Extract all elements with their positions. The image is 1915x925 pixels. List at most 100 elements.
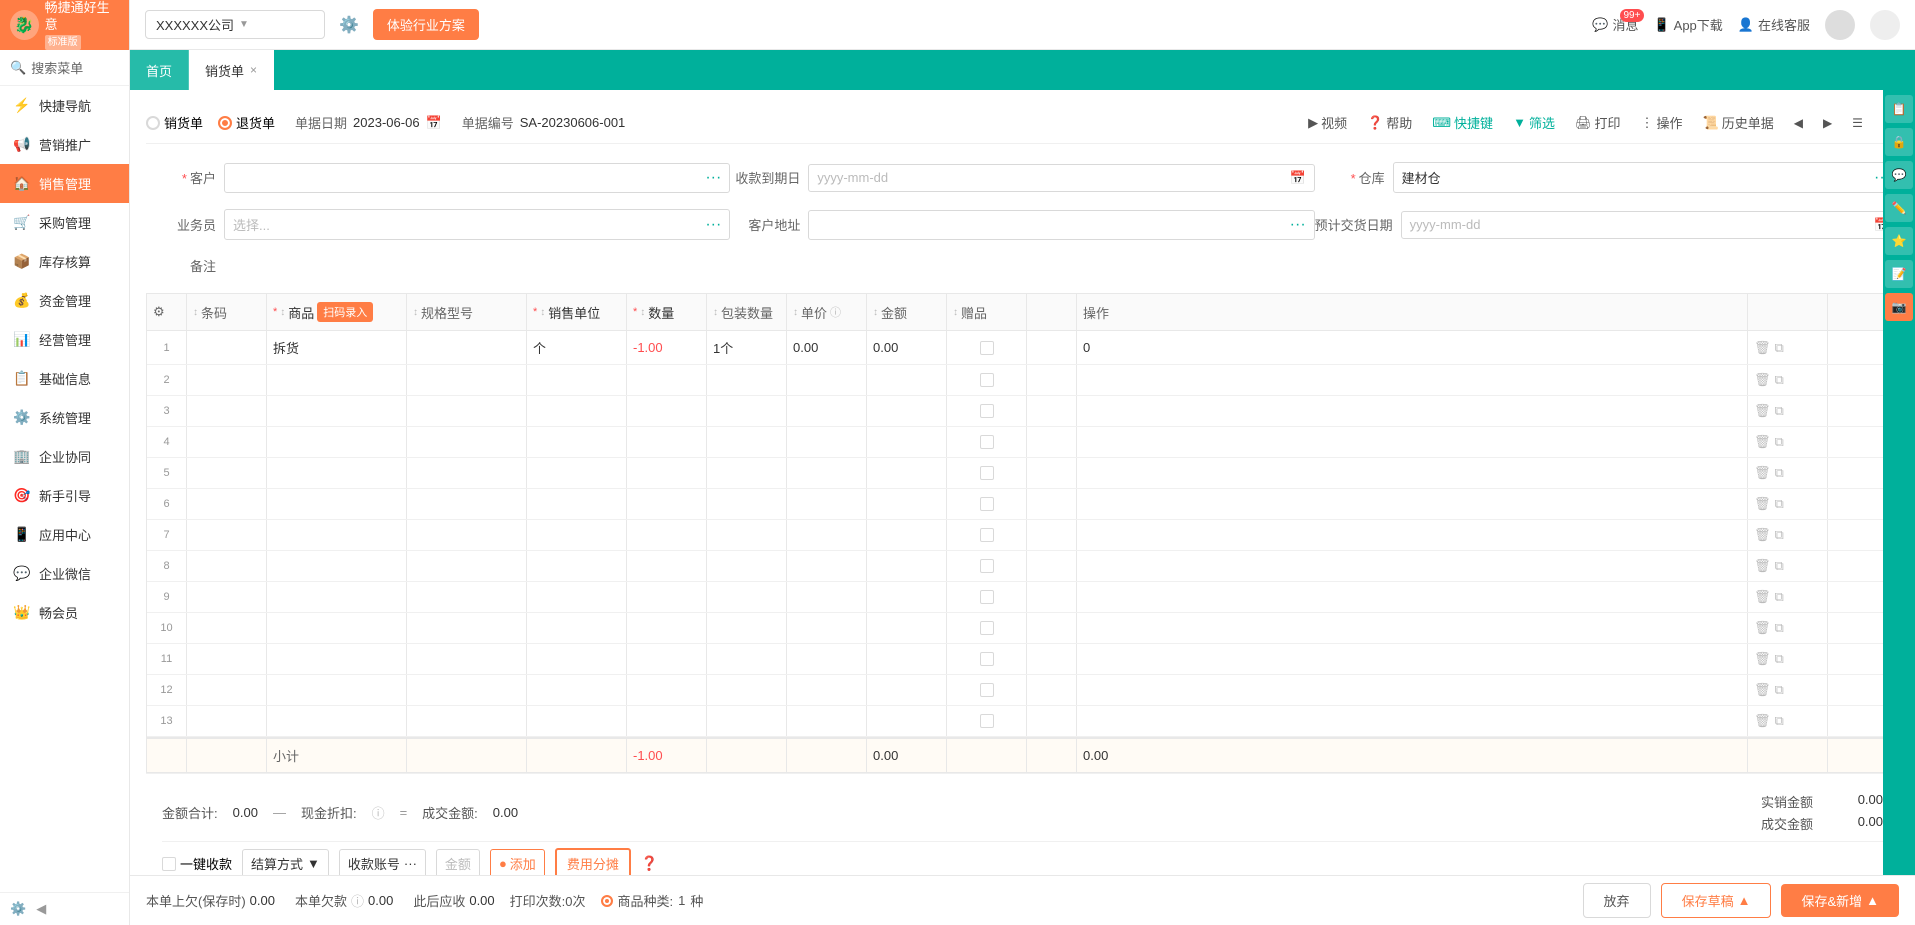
discard-button[interactable]: 放弃 [1583, 883, 1651, 918]
row-delete-4[interactable]: 🗑 [1754, 434, 1771, 450]
row-delete-3[interactable]: 🗑 [1754, 403, 1771, 419]
price-info-icon[interactable]: ⓘ [830, 304, 841, 320]
right-panel-btn-4[interactable]: ✏️ [1885, 194, 1913, 222]
sidebar-item-system[interactable]: ⚙️ 系统管理 [0, 398, 129, 437]
expense-info-icon[interactable]: ❓ [641, 855, 658, 872]
row-delete-9[interactable]: 🗑 [1754, 589, 1771, 605]
salesperson-input[interactable]: 选择... ··· [224, 209, 730, 240]
td-pack-qty-1[interactable]: 1个 [707, 331, 787, 364]
radio-sales-order[interactable]: 销货单 [146, 113, 203, 132]
customer-more-icon[interactable]: ··· [705, 169, 721, 187]
right-panel-btn-6[interactable]: 📝 [1885, 260, 1913, 288]
td-spec-2[interactable] [407, 365, 527, 395]
message-btn[interactable]: 💬 消息 99+ [1592, 15, 1638, 34]
td-product-2[interactable] [267, 365, 407, 395]
right-panel-btn-5[interactable]: ⭐ [1885, 227, 1913, 255]
tab-home[interactable]: 首页 [130, 50, 189, 90]
sidebar-item-enterprise[interactable]: 🏢 企业协同 [0, 437, 129, 476]
row-copy-7[interactable]: ⧉ [1775, 527, 1784, 543]
gift-checkbox-2[interactable] [980, 373, 994, 387]
view-list-btn[interactable]: ☰ [1846, 113, 1869, 133]
customer-input[interactable]: ··· [224, 163, 730, 193]
th-settings[interactable]: ⚙ [147, 294, 187, 330]
row-copy-13[interactable]: ⧉ [1775, 713, 1784, 729]
right-panel-btn-2[interactable]: 🔒 [1885, 128, 1913, 156]
sidebar-item-wechat[interactable]: 💬 企业微信 [0, 554, 129, 593]
row-delete-icon-1[interactable]: 🗑 [1754, 340, 1771, 356]
radio-return-order[interactable]: 退货单 [218, 113, 275, 132]
td-barcode-2[interactable] [187, 365, 267, 395]
warehouse-input[interactable]: 建材仓 ··· [1393, 162, 1899, 193]
salesperson-more-icon[interactable]: ··· [705, 216, 721, 234]
row-delete-10[interactable]: 🗑 [1754, 620, 1771, 636]
save-draft-button[interactable]: 保存草稿 ▲ [1661, 883, 1772, 918]
td-spec-1[interactable] [407, 331, 527, 364]
td-unit-price-1[interactable]: 0.00 [787, 331, 867, 364]
sidebar-item-operations[interactable]: 📊 经营管理 [0, 320, 129, 359]
delivery-date-input[interactable]: yyyy-mm-dd 📅 [1401, 211, 1899, 239]
gift-checkbox-1[interactable] [980, 341, 994, 355]
calendar-icon[interactable]: 📅 [426, 115, 442, 131]
sidebar-collapse-icon[interactable]: ◀ [36, 901, 46, 917]
right-panel-btn-1[interactable]: 📋 [1885, 95, 1913, 123]
td-unit-price-2[interactable] [787, 365, 867, 395]
row-delete-13[interactable]: 🗑 [1754, 713, 1771, 729]
customer-address-input[interactable]: ··· [808, 210, 1314, 240]
sidebar-item-sales[interactable]: 🏠 销售管理 [0, 164, 129, 203]
online-service-btn[interactable]: 👤 在线客服 [1738, 15, 1810, 34]
amount-input[interactable]: 金额 [436, 849, 480, 878]
nav-prev-btn[interactable]: ◀ [1788, 113, 1809, 133]
right-panel-btn-3[interactable]: 💬 [1885, 161, 1913, 189]
sidebar-item-guide[interactable]: 🎯 新手引导 [0, 476, 129, 515]
row-copy-2[interactable]: ⧉ [1775, 372, 1784, 388]
add-payment-button[interactable]: ● 添加 [490, 849, 545, 878]
company-selector[interactable]: XXXXXX公司 ▼ [145, 10, 325, 39]
save-new-button[interactable]: 保存&新增 ▲ [1781, 884, 1899, 917]
sidebar-item-inventory[interactable]: 📦 库存核算 [0, 242, 129, 281]
video-btn[interactable]: ▶ 视频 [1302, 110, 1353, 135]
row-copy-8[interactable]: ⧉ [1775, 558, 1784, 574]
td-pack-qty-2[interactable] [707, 365, 787, 395]
trial-button[interactable]: 体验行业方案 [373, 9, 479, 40]
operations-btn[interactable]: ⋮ 操作 [1634, 110, 1688, 135]
td-barcode-1[interactable] [187, 331, 267, 364]
shortcuts-btn[interactable]: ⌨ 快捷键 [1426, 110, 1499, 135]
payment-due-input[interactable]: yyyy-mm-dd 📅 [808, 164, 1314, 192]
sidebar-item-base[interactable]: 📋 基础信息 [0, 359, 129, 398]
row-delete-8[interactable]: 🗑 [1754, 558, 1771, 574]
row-copy-9[interactable]: ⧉ [1775, 589, 1784, 605]
header-settings-icon[interactable]: ⚙️ [335, 11, 363, 39]
sidebar-item-purchase[interactable]: 🛒 采购管理 [0, 203, 129, 242]
row-copy-10[interactable]: ⧉ [1775, 620, 1784, 636]
app-download-btn[interactable]: 📱 App下载 [1653, 15, 1722, 34]
right-panel-btn-7[interactable]: 📷 [1885, 293, 1913, 321]
user-avatar[interactable] [1825, 10, 1855, 40]
sidebar-item-finance[interactable]: 💰 资金管理 [0, 281, 129, 320]
sidebar-settings-icon[interactable]: ⚙️ [10, 901, 26, 917]
row-copy-6[interactable]: ⧉ [1775, 496, 1784, 512]
nav-next-btn[interactable]: ▶ [1817, 113, 1838, 133]
row-copy-11[interactable]: ⧉ [1775, 651, 1784, 667]
td-amount-2[interactable] [867, 365, 947, 395]
user-avatar-2[interactable] [1870, 10, 1900, 40]
td-product-1[interactable]: 拆货 [267, 331, 407, 364]
help-btn[interactable]: ❓ 帮助 [1361, 110, 1418, 135]
row-copy-5[interactable]: ⧉ [1775, 465, 1784, 481]
calc-method-select[interactable]: 结算方式 ▼ [242, 849, 329, 878]
td-amount-1[interactable]: 0.00 [867, 331, 947, 364]
tab-close-icon[interactable]: × [250, 63, 257, 77]
filter-btn[interactable]: ▼ 筛选 [1507, 110, 1561, 135]
row-copy-4[interactable]: ⧉ [1775, 434, 1784, 450]
tab-sales-order[interactable]: 销货单 × [189, 50, 274, 90]
history-btn[interactable]: 📜 历史单据 [1697, 110, 1780, 135]
sidebar-item-appstore[interactable]: 📱 应用中心 [0, 515, 129, 554]
row-delete-6[interactable]: 🗑 [1754, 496, 1771, 512]
sidebar-item-shortcuts[interactable]: ⚡ 快捷导航 [0, 86, 129, 125]
td-unit-1[interactable]: 个 [527, 331, 627, 364]
scan-button[interactable]: 扫码录入 [317, 302, 373, 322]
account-more-icon[interactable]: ··· [404, 856, 417, 871]
row-copy-icon-1[interactable]: ⧉ [1775, 340, 1784, 356]
address-more-icon[interactable]: ··· [1290, 216, 1306, 234]
row-delete-5[interactable]: 🗑 [1754, 465, 1771, 481]
row-copy-12[interactable]: ⧉ [1775, 682, 1784, 698]
